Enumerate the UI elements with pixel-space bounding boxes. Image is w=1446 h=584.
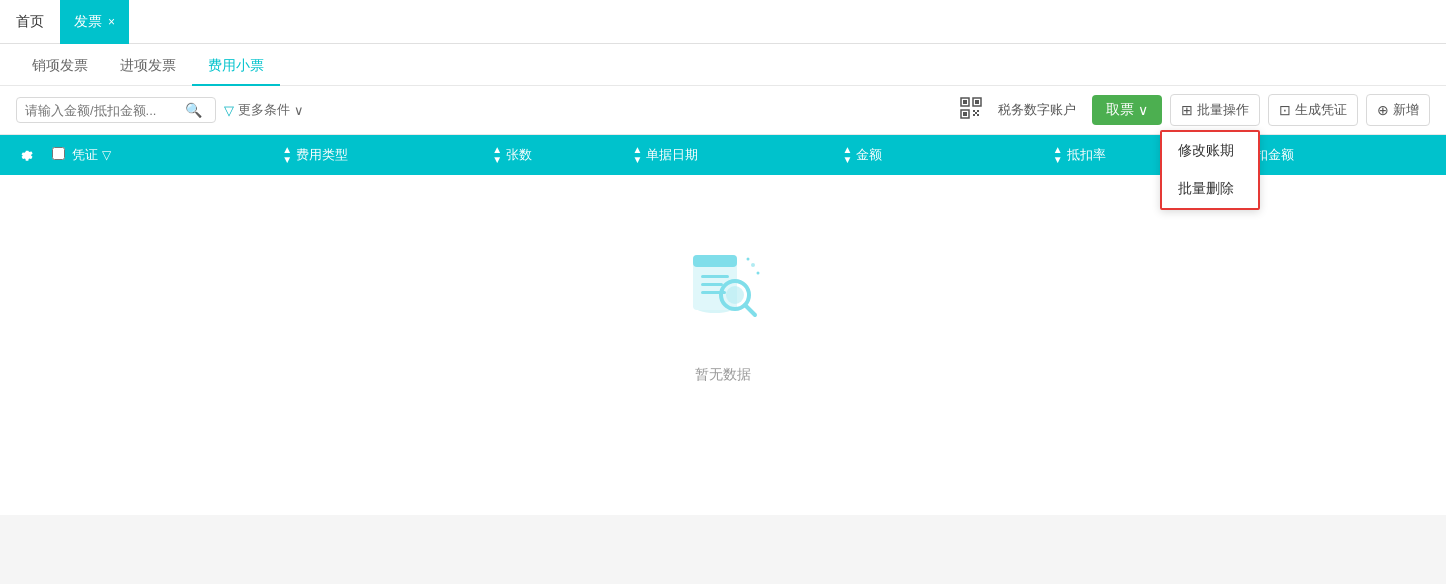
add-label: 新增 <box>1393 101 1419 119</box>
invoice-tab[interactable]: 发票 × <box>60 0 129 44</box>
toolbar-right: 税务数字账户 取票 ∨ ⊞ 批量操作 修改账期 批量删除 ⊡ <box>960 94 1430 126</box>
th-voucher: 凭证 ▽ <box>72 146 282 164</box>
svg-rect-9 <box>977 114 979 116</box>
th-count: ▲▼ 张数 <box>492 145 632 165</box>
sub-tabs-bar: 销项发票 进项发票 费用小票 <box>0 44 1446 86</box>
svg-point-22 <box>747 258 750 261</box>
svg-rect-15 <box>701 283 723 286</box>
rate-sort-icon[interactable]: ▲▼ <box>1053 145 1063 165</box>
batch-ops-dropdown-menu: 修改账期 批量删除 <box>1160 130 1260 210</box>
th-amount: ▲▼ 金额 <box>843 145 1053 165</box>
svg-rect-7 <box>977 110 979 112</box>
batch-ops-label: 批量操作 <box>1197 101 1249 119</box>
take-invoice-button[interactable]: 取票 ∨ <box>1092 95 1162 125</box>
count-sort-icon[interactable]: ▲▼ <box>492 145 502 165</box>
date-sort-icon[interactable]: ▲▼ <box>632 145 642 165</box>
add-button[interactable]: ⊕ 新增 <box>1366 94 1430 126</box>
th-date: ▲▼ 单据日期 <box>632 145 842 165</box>
empty-state: 暂无数据 <box>0 175 1446 444</box>
empty-text: 暂无数据 <box>695 366 751 384</box>
search-input[interactable] <box>25 103 185 118</box>
svg-rect-13 <box>693 255 737 267</box>
svg-rect-10 <box>975 112 977 114</box>
modify-period-item[interactable]: 修改账期 <box>1162 132 1258 170</box>
toolbar: 🔍 ▽ 更多条件 ∨ 税务数字账户 <box>0 86 1446 135</box>
th-settings[interactable] <box>8 146 44 165</box>
select-all-checkbox[interactable] <box>52 147 65 160</box>
tab-purchase-invoice[interactable]: 进项发票 <box>104 44 192 86</box>
take-invoice-label: 取票 <box>1106 101 1134 119</box>
search-wrapper: 🔍 <box>16 97 216 123</box>
th-expense-type: ▲▼ 费用类型 <box>282 145 492 165</box>
invoice-tab-close[interactable]: × <box>108 16 115 28</box>
voucher-filter-icon[interactable]: ▽ <box>102 148 111 162</box>
generate-voucher-icon: ⊡ <box>1279 102 1291 118</box>
svg-line-19 <box>745 305 755 315</box>
svg-rect-1 <box>963 100 967 104</box>
batch-ops-button[interactable]: ⊞ 批量操作 <box>1170 94 1260 126</box>
svg-point-21 <box>757 272 760 275</box>
tab-expense-receipt[interactable]: 费用小票 <box>192 44 280 86</box>
svg-rect-3 <box>975 100 979 104</box>
tab-sales-invoice[interactable]: 销项发票 <box>16 44 104 86</box>
filter-icon: ▽ <box>224 103 234 118</box>
qr-icon[interactable] <box>960 97 982 124</box>
svg-point-18 <box>726 286 744 304</box>
empty-illustration <box>673 235 773 354</box>
amount-sort-icon[interactable]: ▲▼ <box>843 145 853 165</box>
svg-point-20 <box>751 263 755 267</box>
take-invoice-chevron: ∨ <box>1138 102 1148 118</box>
svg-rect-6 <box>973 110 975 112</box>
generate-voucher-label: 生成凭证 <box>1295 101 1347 119</box>
generate-voucher-button[interactable]: ⊡ 生成凭证 <box>1268 94 1358 126</box>
top-nav: 首页 发票 × <box>0 0 1446 44</box>
expense-sort-icon[interactable]: ▲▼ <box>282 145 292 165</box>
th-checkbox[interactable] <box>44 147 72 163</box>
batch-ops-wrapper: ⊞ 批量操作 修改账期 批量删除 <box>1170 94 1260 126</box>
invoice-tab-label: 发票 <box>74 13 102 31</box>
svg-rect-14 <box>701 275 729 278</box>
home-link[interactable]: 首页 <box>16 13 60 31</box>
toolbar-left: 🔍 ▽ 更多条件 ∨ <box>16 97 952 123</box>
svg-rect-8 <box>973 114 975 116</box>
more-conditions-label: 更多条件 <box>238 101 290 119</box>
tax-digital-account-btn[interactable]: 税务数字账户 <box>990 97 1084 123</box>
search-icon[interactable]: 🔍 <box>185 102 202 118</box>
batch-ops-icon: ⊞ <box>1181 102 1193 118</box>
batch-delete-item[interactable]: 批量删除 <box>1162 170 1258 208</box>
more-conditions-btn[interactable]: ▽ 更多条件 ∨ <box>224 101 304 119</box>
chevron-down-icon: ∨ <box>294 103 304 118</box>
svg-rect-5 <box>963 112 967 116</box>
add-icon: ⊕ <box>1377 102 1389 118</box>
